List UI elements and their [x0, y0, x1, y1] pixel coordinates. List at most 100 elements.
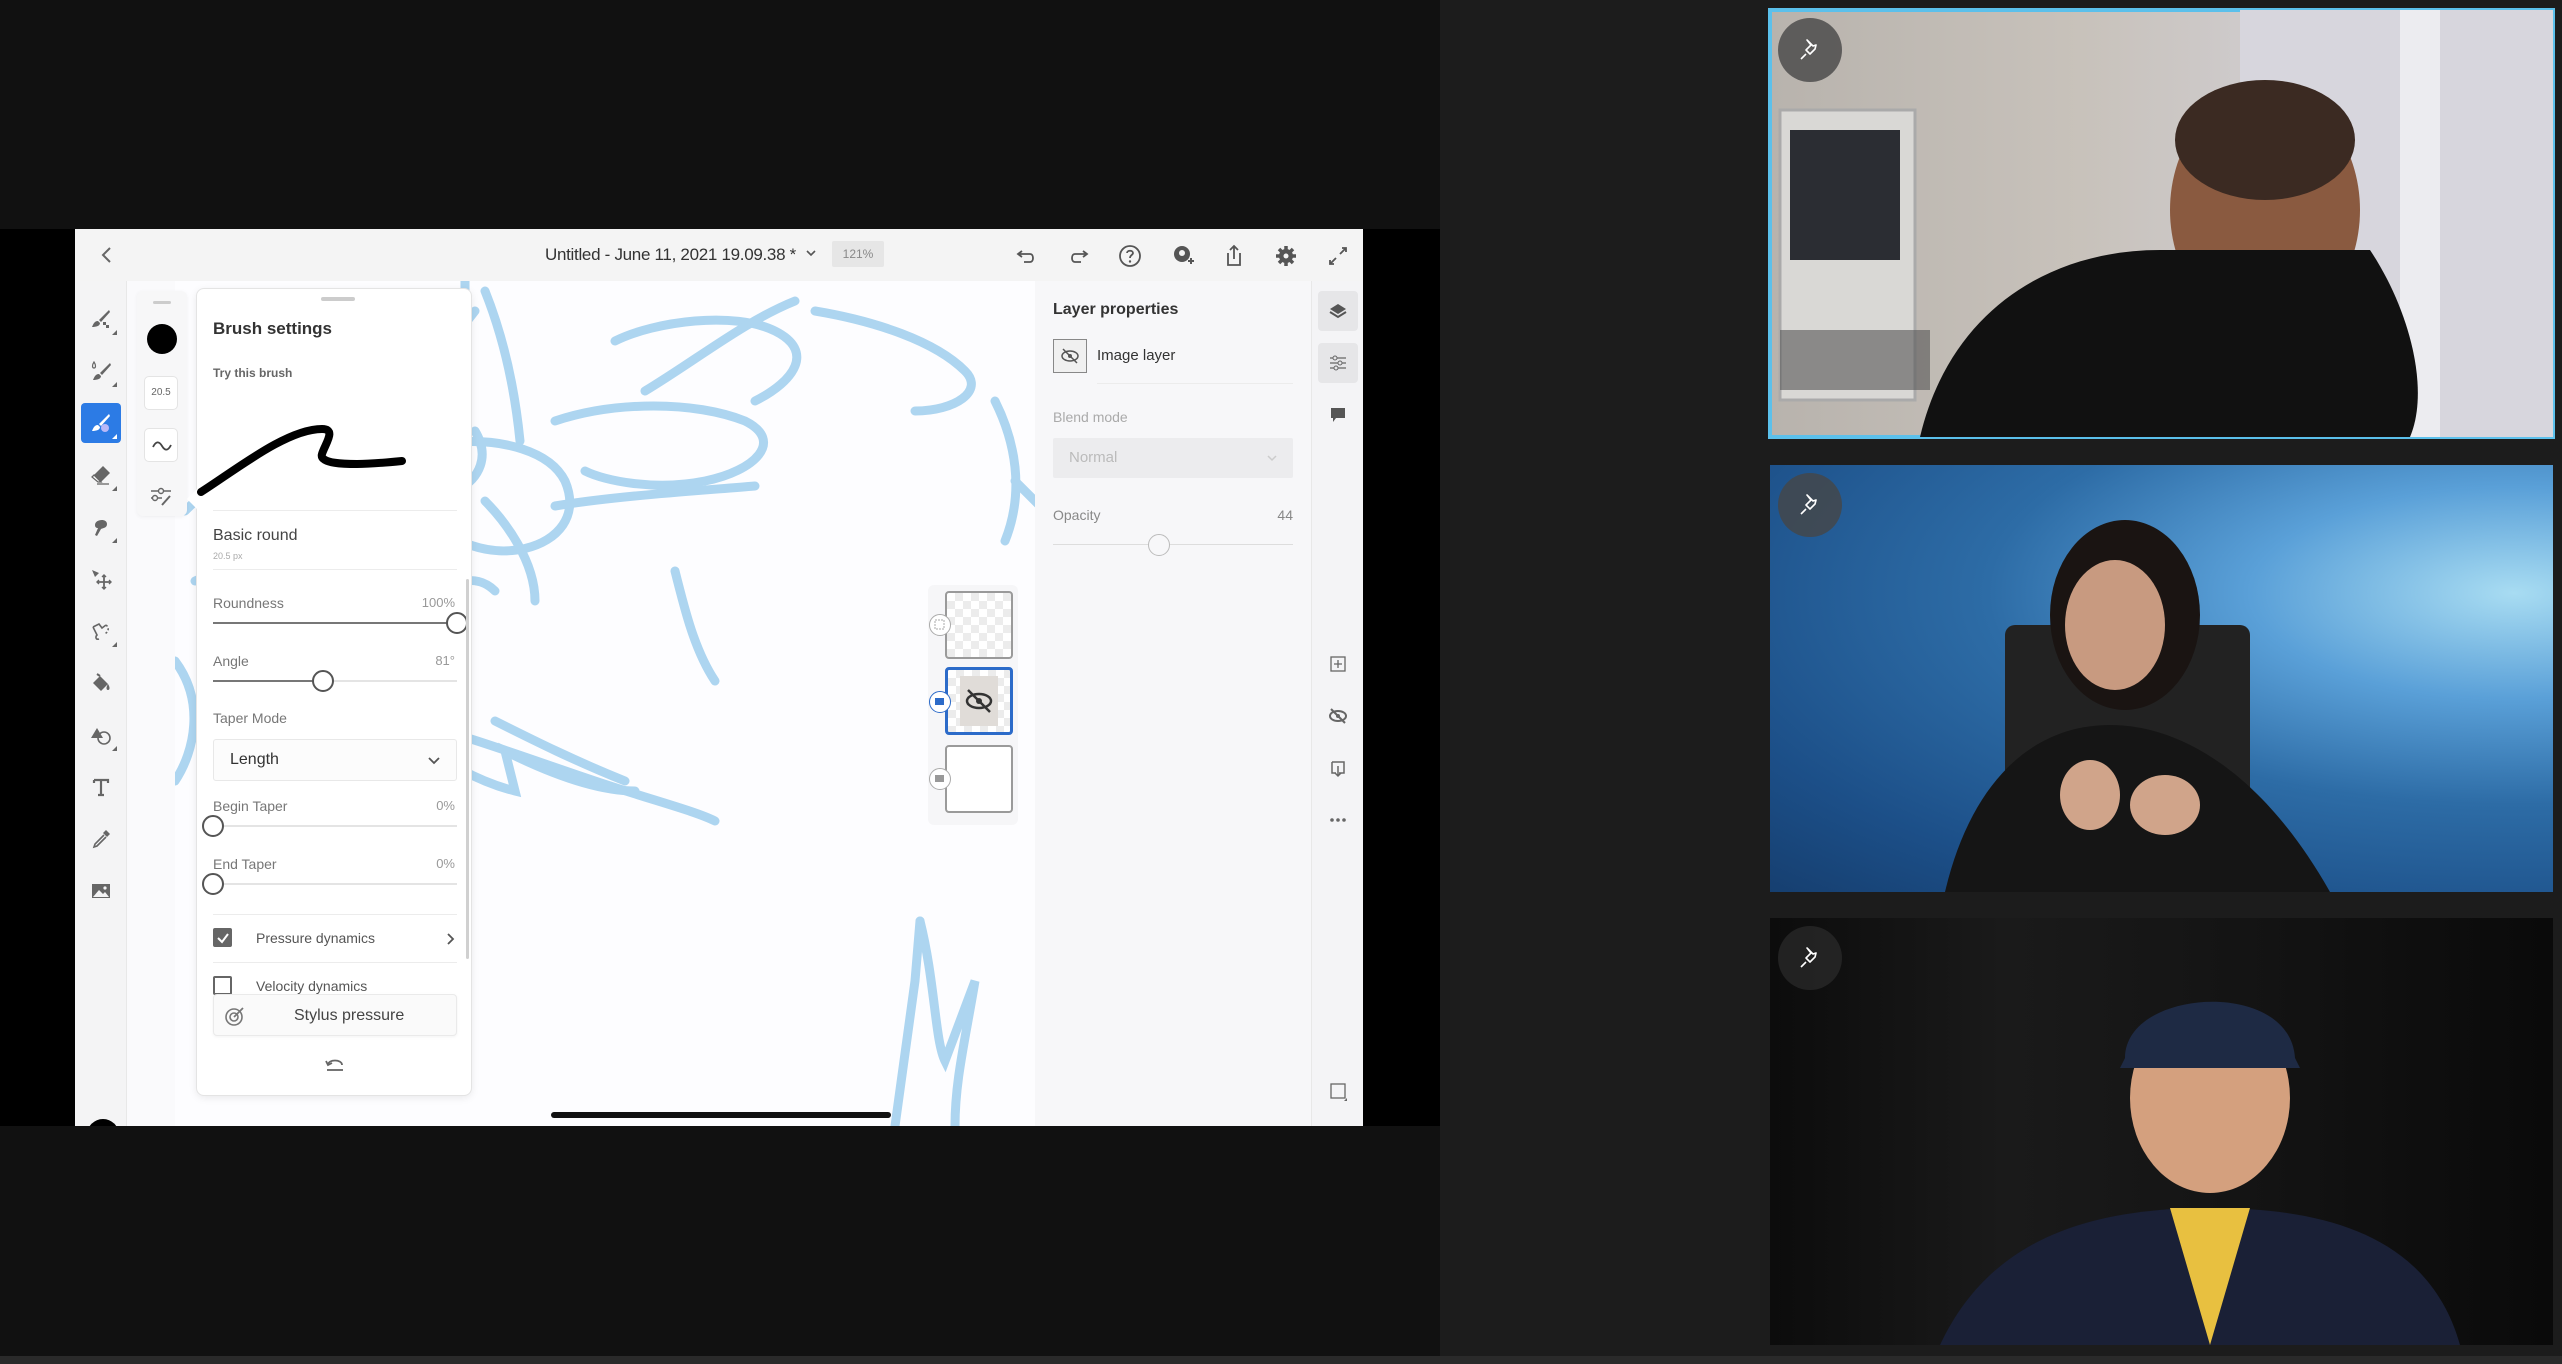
- tool-eraser[interactable]: [81, 455, 121, 495]
- angle-value: 81°: [435, 653, 455, 668]
- blend-mode-dropdown[interactable]: Normal: [1053, 438, 1293, 478]
- stylus-pressure-button[interactable]: Stylus pressure: [213, 994, 457, 1036]
- back-button[interactable]: [93, 241, 121, 269]
- undo-button[interactable]: [1012, 241, 1042, 271]
- pin-button[interactable]: [1778, 473, 1842, 537]
- home-indicator[interactable]: [551, 1112, 891, 1118]
- hidden-eye-icon: [1061, 348, 1079, 364]
- smoothing-button[interactable]: [144, 428, 178, 462]
- title-dropdown-button[interactable]: [801, 243, 821, 263]
- velocity-dynamics-label: Velocity dynamics: [256, 978, 368, 994]
- square-icon: [1330, 1083, 1347, 1101]
- tool-text[interactable]: [81, 767, 121, 807]
- tool-image[interactable]: [81, 871, 121, 911]
- slider-thumb[interactable]: [202, 873, 224, 895]
- brush-color-swatch[interactable]: [147, 324, 177, 354]
- more-options-button[interactable]: [1318, 800, 1358, 840]
- tool-lasso[interactable]: [81, 611, 121, 651]
- window-bottom-edge: [0, 1356, 2562, 1364]
- brush-settings-button[interactable]: [148, 483, 174, 509]
- share-button[interactable]: [1219, 241, 1249, 271]
- pin-button[interactable]: [1778, 18, 1842, 82]
- tool-live-brush[interactable]: [81, 351, 121, 391]
- invite-button[interactable]: [1168, 241, 1198, 271]
- hide-layer-button[interactable]: [1318, 696, 1358, 736]
- stylus-pressure-label: Stylus pressure: [294, 1007, 405, 1024]
- pin-button[interactable]: [1778, 926, 1842, 990]
- brush-size-button[interactable]: 20.5: [144, 376, 178, 410]
- brush-properties-rail: 20.5: [137, 291, 187, 516]
- panel-pointer: [187, 489, 197, 509]
- tool-shapes[interactable]: [81, 715, 121, 755]
- end-taper-slider[interactable]: [202, 873, 457, 895]
- layers-panel-button[interactable]: [1318, 291, 1358, 331]
- tool-smudge[interactable]: [81, 507, 121, 547]
- participant-video-2[interactable]: [1770, 465, 2553, 892]
- redo-button[interactable]: [1063, 241, 1093, 271]
- participant-video-frame: [1945, 520, 2330, 892]
- settings-button[interactable]: [1271, 241, 1301, 271]
- tool-vector-brush[interactable]: [81, 403, 121, 443]
- pressure-dynamics-label: Pressure dynamics: [256, 930, 376, 946]
- participant-video-3[interactable]: [1770, 918, 2553, 1345]
- text-icon: [92, 778, 110, 797]
- layer-properties-panel: Layer properties Image layer Blend mode …: [1035, 281, 1311, 1126]
- panel-scrollbar[interactable]: [466, 579, 469, 959]
- pressure-dynamics-checkbox[interactable]: [213, 928, 232, 947]
- begin-taper-slider[interactable]: [202, 815, 457, 837]
- layer-thumbnail-selected[interactable]: [945, 667, 1013, 735]
- checkmark-icon: [217, 933, 229, 944]
- reset-brush-button[interactable]: [322, 1051, 348, 1077]
- help-button[interactable]: [1115, 241, 1145, 271]
- slider-thumb[interactable]: [446, 612, 468, 634]
- fill-bucket-icon: [93, 673, 110, 691]
- taper-mode-dropdown[interactable]: Length: [213, 739, 457, 781]
- panel-drag-handle[interactable]: [321, 297, 355, 301]
- transform-icon: [92, 570, 112, 590]
- divider: [213, 510, 457, 511]
- angle-label: Angle: [213, 653, 249, 669]
- document-title[interactable]: Untitled - June 11, 2021 19.09.38 *: [545, 245, 796, 265]
- comments-button[interactable]: [1318, 395, 1358, 435]
- divider: [1097, 383, 1293, 384]
- layer-name[interactable]: Image layer: [1097, 347, 1175, 364]
- begin-taper-value: 0%: [436, 798, 455, 813]
- tool-eyedropper[interactable]: [81, 819, 121, 859]
- slider-thumb[interactable]: [202, 815, 224, 837]
- chevron-right-icon[interactable]: [443, 932, 457, 946]
- roundness-slider[interactable]: [213, 612, 468, 634]
- zoom-level[interactable]: 121%: [832, 241, 884, 267]
- opacity-label: Opacity: [1053, 507, 1101, 523]
- lasso-icon: [92, 622, 109, 640]
- image-icon: [92, 884, 110, 898]
- brush-preview-area[interactable]: [197, 389, 473, 499]
- sketch-stroke: [810, 306, 976, 416]
- tool-fill[interactable]: [81, 663, 121, 703]
- add-layer-button[interactable]: [1318, 644, 1358, 684]
- layer-properties-button[interactable]: [1318, 343, 1358, 383]
- tool-rail: [75, 281, 127, 1126]
- merge-layer-button[interactable]: [1318, 748, 1358, 788]
- fullscreen-button[interactable]: [1323, 241, 1353, 271]
- opacity-slider[interactable]: [1053, 534, 1293, 556]
- layer-thumbnail[interactable]: [945, 745, 1013, 813]
- blend-mode-value: Normal: [1069, 449, 1118, 466]
- layer-thumbnail[interactable]: [945, 591, 1013, 659]
- brush-settings-icon: [151, 487, 171, 506]
- slider-thumb[interactable]: [311, 670, 334, 692]
- divider: [213, 914, 457, 915]
- velocity-dynamics-checkbox[interactable]: [213, 976, 232, 995]
- sketch-stroke: [915, 916, 980, 1126]
- slider-thumb[interactable]: [1147, 534, 1170, 556]
- vector-layer-badge: [929, 614, 951, 636]
- angle-slider[interactable]: [213, 670, 457, 692]
- tool-pixel-brush[interactable]: [81, 299, 121, 339]
- roundness-value: 100%: [421, 595, 455, 610]
- tool-transform[interactable]: [81, 559, 121, 599]
- back-icon: [101, 247, 111, 263]
- drag-handle[interactable]: [153, 301, 171, 304]
- color-picker-swatch[interactable]: [87, 1119, 119, 1126]
- participant-video-1[interactable]: [1768, 8, 2555, 439]
- canvas-background-button[interactable]: [1318, 1071, 1358, 1111]
- eye-off-icon: [1329, 708, 1347, 724]
